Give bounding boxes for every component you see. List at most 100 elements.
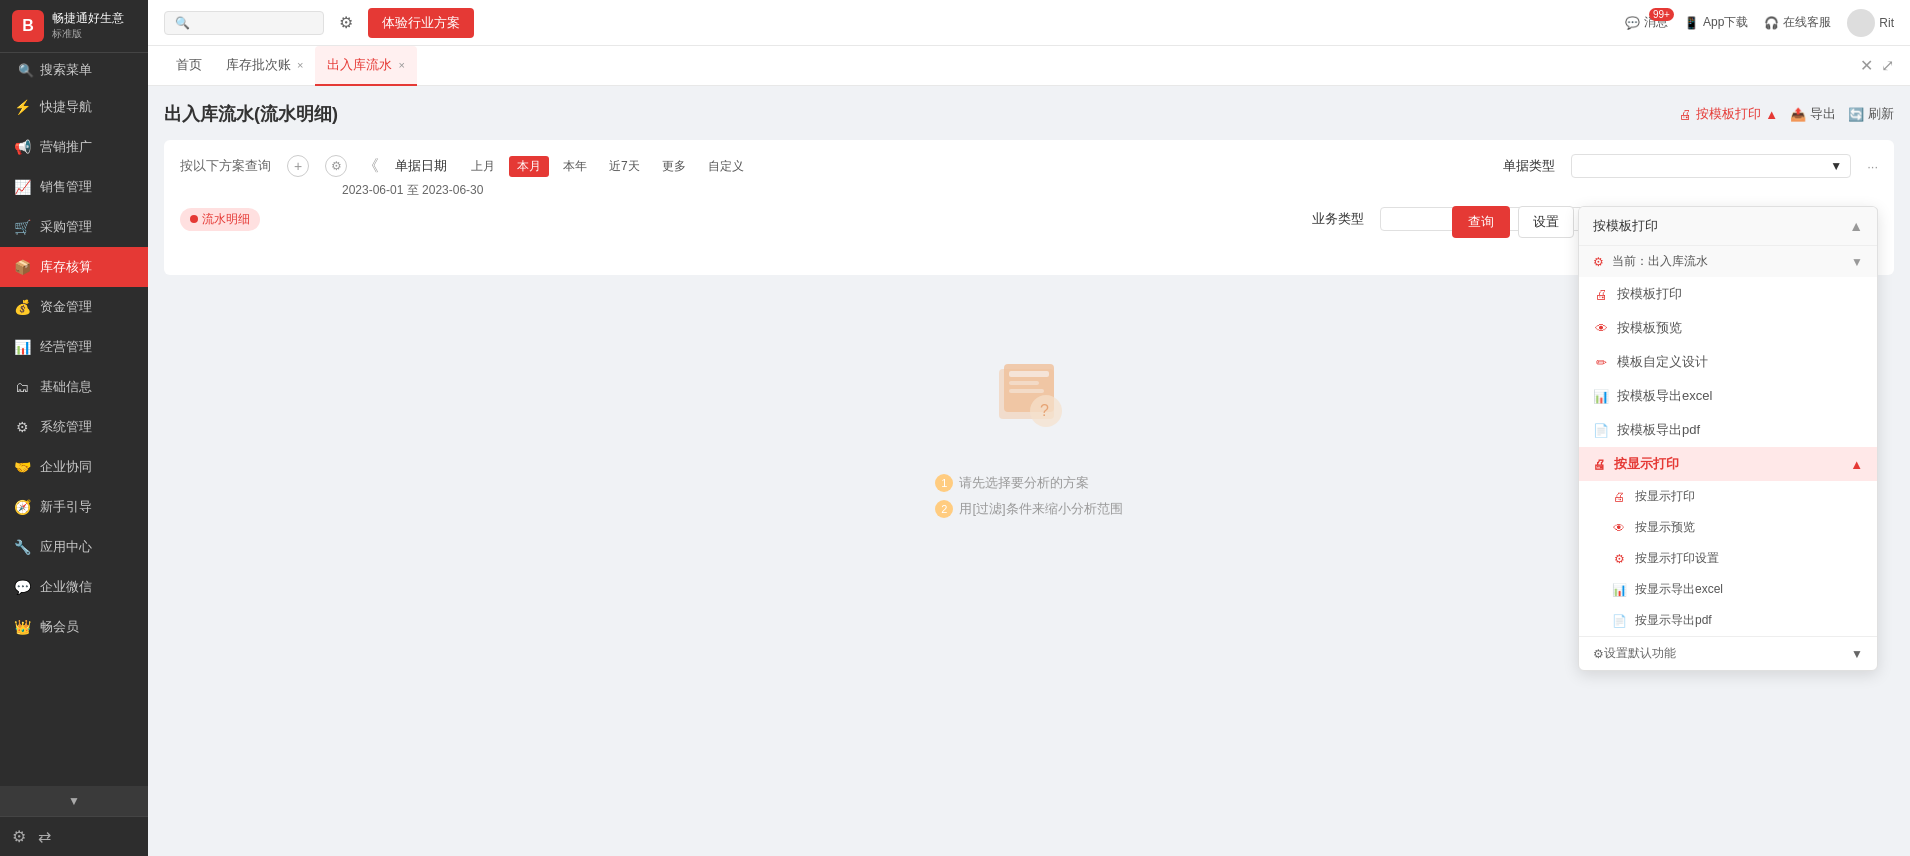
sidebar-item-system[interactable]: ⚙ 系统管理: [0, 407, 148, 447]
app-download-button[interactable]: 📱 App下载: [1684, 14, 1748, 31]
sidebar-item-inventory[interactable]: 📦 库存核算: [0, 247, 148, 287]
sidebar-item-sales[interactable]: 📈 销售管理: [0, 167, 148, 207]
sales-icon: 📈: [12, 177, 32, 197]
tab-flow-close[interactable]: ×: [398, 59, 404, 71]
print-dropdown-footer[interactable]: ⚙ 设置默认功能 ▼: [1579, 636, 1877, 670]
display-settings-item[interactable]: ⚙ 按显示打印设置: [1579, 543, 1877, 574]
online-service-button[interactable]: 🎧 在线客服: [1764, 14, 1831, 31]
filter-collapse-button[interactable]: 《: [363, 156, 379, 177]
date-custom-btn[interactable]: 自定义: [700, 156, 752, 177]
template-custom-item[interactable]: ✏ 模板自定义设计: [1579, 345, 1877, 379]
template-print-item[interactable]: 🖨 按模板打印: [1579, 277, 1877, 311]
date-prev-month-btn[interactable]: 上月: [463, 156, 503, 177]
sidebar-item-label: 企业微信: [40, 578, 92, 596]
online-service-label: 在线客服: [1783, 14, 1831, 31]
filter-add-button[interactable]: +: [287, 155, 309, 177]
tab-flow[interactable]: 出入库流水 ×: [315, 46, 416, 86]
filter-tag-dot: [190, 215, 198, 223]
sidebar-item-marketing[interactable]: 📢 营销推广: [0, 127, 148, 167]
content-wrapper: 出入库流水(流水明细) 🖨 按模板打印 ▲ 📤 导出 🔄 刷新: [164, 102, 1894, 578]
display-section-label: 按显示打印: [1614, 455, 1679, 473]
hint-text-2: 用[过滤]条件来缩小分析范围: [959, 500, 1122, 518]
template-export-pdf-item[interactable]: 📄 按模板导出pdf: [1579, 413, 1877, 447]
display-export-excel-item[interactable]: 📊 按显示导出excel: [1579, 574, 1877, 605]
template-export-pdf-label: 按模板导出pdf: [1617, 421, 1700, 439]
date-current-year-btn[interactable]: 本年: [555, 156, 595, 177]
sidebar-item-finance[interactable]: 💰 资金管理: [0, 287, 148, 327]
finance-icon: 💰: [12, 297, 32, 317]
date-last-7-days-btn[interactable]: 近7天: [601, 156, 648, 177]
print-button[interactable]: 🖨 按模板打印 ▲: [1679, 105, 1778, 123]
sidebar-item-label: 企业协同: [40, 458, 92, 476]
sidebar-item-operations[interactable]: 📊 经营管理: [0, 327, 148, 367]
sidebar-scroll-down[interactable]: ▼: [64, 792, 84, 810]
topbar-search-box[interactable]: 🔍: [164, 11, 324, 35]
display-export-pdf-item[interactable]: 📄 按显示导出pdf: [1579, 605, 1877, 636]
query-button[interactable]: 查询: [1452, 206, 1510, 238]
display-print-section-header[interactable]: 🖨 按显示打印 ▲: [1579, 447, 1877, 481]
display-print-icon: 🖨: [1611, 489, 1627, 505]
print-current-template[interactable]: ⚙ 当前：出入库流水 ▼: [1579, 246, 1877, 277]
sidebar-item-basic-info[interactable]: 🗂 基础信息: [0, 367, 148, 407]
tab-close-button[interactable]: ✕: [1860, 56, 1873, 75]
sidebar-item-enterprise[interactable]: 🤝 企业协同: [0, 447, 148, 487]
business-type-label: 业务类型: [1312, 210, 1364, 228]
industry-plan-button[interactable]: 体验行业方案: [368, 8, 474, 38]
right-action-area: 查询 设置: [1452, 206, 1574, 238]
refresh-icon: 🔄: [1848, 107, 1864, 122]
topbar-left: 🔍 ⚙ 体验行业方案: [164, 8, 1625, 38]
app-download-label: App下载: [1703, 14, 1748, 31]
page-title: 出入库流水(流水明细): [164, 102, 338, 126]
tabs-actions: ✕ ⤢: [1860, 56, 1894, 75]
sidebar-collapse-icon[interactable]: ⇄: [38, 827, 51, 846]
date-more-btn[interactable]: 更多: [654, 156, 694, 177]
display-preview-label: 按显示预览: [1635, 519, 1695, 536]
svg-rect-2: [1009, 371, 1049, 377]
empty-illustration: ?: [984, 349, 1074, 458]
print-dropdown-close-icon[interactable]: ▲: [1849, 218, 1863, 234]
message-button[interactable]: 💬 消息 99+: [1625, 14, 1668, 31]
tab-batch-account-label: 库存批次账: [226, 56, 291, 74]
sidebar-settings-icon[interactable]: ⚙: [12, 827, 26, 846]
print-dropdown: 按模板打印 ▲ ⚙ 当前：出入库流水 ▼ 🖨 按模板打印 👁 按模板预览: [1578, 206, 1878, 671]
filter-settings-button[interactable]: ⚙: [325, 155, 347, 177]
template-custom-label: 模板自定义设计: [1617, 353, 1708, 371]
page-header: 出入库流水(流水明细) 🖨 按模板打印 ▲ 📤 导出 🔄 刷新: [164, 102, 1894, 126]
sidebar-search-menu[interactable]: 🔍 搜索菜单: [0, 53, 148, 87]
tab-maximize-button[interactable]: ⤢: [1881, 56, 1894, 75]
sidebar-item-guide[interactable]: 🧭 新手引导: [0, 487, 148, 527]
tab-home[interactable]: 首页: [164, 46, 214, 86]
template-export-pdf-icon: 📄: [1593, 422, 1609, 438]
sidebar-item-label: 销售管理: [40, 178, 92, 196]
topbar-settings-button[interactable]: ⚙: [332, 9, 360, 37]
refresh-button[interactable]: 🔄 刷新: [1848, 105, 1894, 123]
marketing-icon: 📢: [12, 137, 32, 157]
tab-batch-account[interactable]: 库存批次账 ×: [214, 46, 315, 86]
tab-batch-account-close[interactable]: ×: [297, 59, 303, 71]
doc-type-select[interactable]: ▼: [1571, 154, 1851, 178]
user-avatar-button[interactable]: Rit: [1847, 9, 1894, 37]
system-icon: ⚙: [12, 417, 32, 437]
sidebar-item-wechat[interactable]: 💬 企业微信: [0, 567, 148, 607]
sidebar-item-app-center[interactable]: 🔧 应用中心: [0, 527, 148, 567]
filter-settings-btn[interactable]: 设置: [1518, 206, 1574, 238]
date-filter-label: 单据日期: [395, 157, 447, 175]
template-preview-icon: 👁: [1593, 320, 1609, 336]
export-button[interactable]: 📤 导出: [1790, 105, 1836, 123]
date-range-display: 2023-06-01 至 2023-06-30: [342, 183, 483, 197]
template-preview-item[interactable]: 👁 按模板预览: [1579, 311, 1877, 345]
active-filter-tag[interactable]: 流水明细: [180, 208, 260, 231]
content-area: 出入库流水(流水明细) 🖨 按模板打印 ▲ 📤 导出 🔄 刷新: [148, 86, 1910, 856]
date-current-month-btn[interactable]: 本月: [509, 156, 549, 177]
phone-icon: 📱: [1684, 16, 1699, 30]
display-preview-item[interactable]: 👁 按显示预览: [1579, 512, 1877, 543]
template-export-excel-item[interactable]: 📊 按模板导出excel: [1579, 379, 1877, 413]
display-export-pdf-icon: 📄: [1611, 613, 1627, 629]
display-settings-icon: ⚙: [1611, 551, 1627, 567]
display-print-item[interactable]: 🖨 按显示打印: [1579, 481, 1877, 512]
sidebar-item-purchase[interactable]: 🛒 采购管理: [0, 207, 148, 247]
doc-type-more-icon[interactable]: ···: [1867, 159, 1878, 174]
sidebar-item-quick-nav[interactable]: ⚡ 快捷导航: [0, 87, 148, 127]
sidebar-item-member[interactable]: 👑 畅会员: [0, 607, 148, 647]
topbar-search-icon: 🔍: [175, 16, 190, 30]
